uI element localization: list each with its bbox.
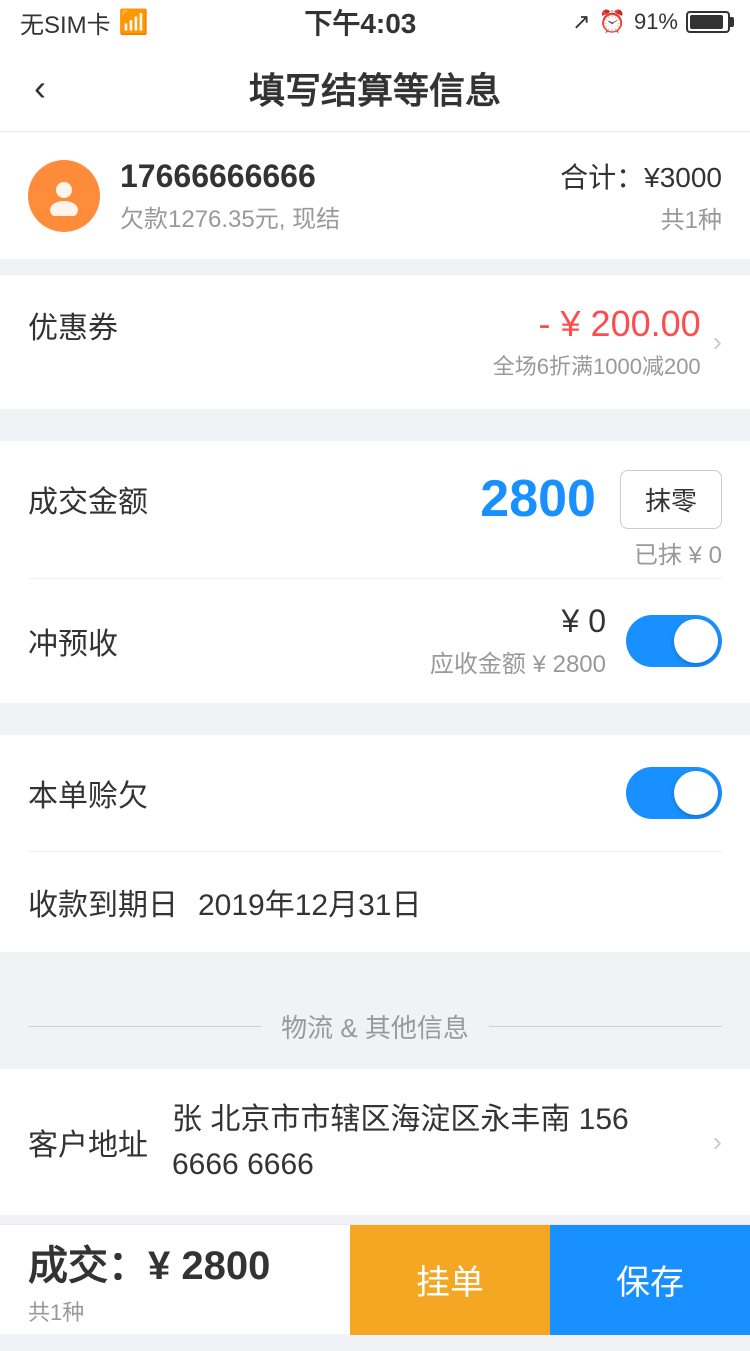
address-label: 客户地址 bbox=[28, 1120, 148, 1164]
due-date-value: 2019年12月31日 bbox=[198, 880, 421, 924]
battery-fill bbox=[690, 15, 723, 29]
status-right: ↗ ⏰ 91% bbox=[572, 9, 730, 35]
customer-phone: 17666666666 bbox=[120, 158, 340, 195]
prepay-row: 冲预收 ¥ 0 应收金额 ¥ 2800 bbox=[0, 579, 750, 703]
status-bar: 无SIM卡 📶 下午4:03 ↗ ⏰ 91% bbox=[0, 0, 750, 44]
coupon-row[interactable]: 优惠券 - ¥ 200.00 全场6折满1000减200 › bbox=[0, 275, 750, 409]
address-value: 张 北京市市辖区海淀区永丰南 156 6666 6666 bbox=[172, 1097, 689, 1187]
prepay-amount: ¥ 0 bbox=[430, 603, 606, 640]
address-card: 客户地址 张 北京市市辖区海淀区永丰南 156 6666 6666 › bbox=[0, 1069, 750, 1215]
avatar bbox=[28, 160, 100, 232]
customer-left: 17666666666 欠款1276.35元, 现结 bbox=[28, 158, 340, 234]
divider-line-left bbox=[28, 1026, 261, 1027]
debit-label: 本单赊欠 bbox=[28, 771, 148, 815]
main-content: 17666666666 欠款1276.35元, 现结 合计：¥3000 共1种 … bbox=[0, 132, 750, 1351]
customer-total: 合计：¥3000 共1种 bbox=[560, 156, 722, 235]
item-count: 共1种 bbox=[560, 200, 722, 235]
customer-row: 17666666666 欠款1276.35元, 现结 合计：¥3000 共1种 bbox=[0, 132, 750, 259]
logistics-divider: 物流 & 其他信息 bbox=[0, 984, 750, 1069]
coupon-desc: 全场6折满1000减200 bbox=[493, 349, 701, 381]
alarm-icon: ⏰ bbox=[599, 9, 626, 35]
back-button[interactable]: ‹ bbox=[24, 57, 56, 119]
debit-toggle[interactable] bbox=[626, 767, 722, 819]
prepay-toggle[interactable] bbox=[626, 615, 722, 667]
wifi-icon: 📶 bbox=[119, 8, 149, 37]
coupon-card: 优惠券 - ¥ 200.00 全场6折满1000减200 › bbox=[0, 275, 750, 409]
amount-row: 成交金额 2800 抹零 bbox=[28, 469, 722, 529]
nav-bar: ‹ 填写结算等信息 bbox=[0, 44, 750, 132]
status-left: 无SIM卡 📶 bbox=[20, 5, 149, 40]
prepay-amount-block: ¥ 0 应收金额 ¥ 2800 bbox=[430, 603, 606, 679]
debit-row: 本单赊欠 bbox=[0, 735, 750, 851]
footer: 成交：¥ 2800 共1种 挂单 保存 bbox=[0, 1224, 750, 1334]
amount-right: 2800 抹零 bbox=[480, 469, 722, 529]
customer-info: 17666666666 欠款1276.35元, 现结 bbox=[120, 158, 340, 234]
debit-toggle-knob bbox=[674, 771, 718, 815]
page-title: 填写结算等信息 bbox=[249, 62, 501, 114]
transaction-sub: 已抹 ¥ 0 bbox=[28, 535, 722, 570]
logistics-text: 物流 & 其他信息 bbox=[281, 1008, 469, 1045]
pending-button[interactable]: 挂单 bbox=[350, 1225, 550, 1335]
due-date-row: 收款到期日 2019年12月31日 bbox=[0, 852, 750, 952]
footer-amount-value: ¥ 2800 bbox=[148, 1244, 270, 1288]
footer-info: 成交：¥ 2800 共1种 bbox=[0, 1233, 350, 1327]
coupon-amount: - ¥ 200.00 bbox=[493, 303, 701, 345]
divider-line-right bbox=[489, 1026, 722, 1027]
coupon-chevron-icon: › bbox=[713, 326, 722, 358]
transaction-amount: 2800 bbox=[480, 469, 596, 529]
transaction-label: 成交金额 bbox=[28, 477, 148, 521]
customer-debt: 欠款1276.35元, 现结 bbox=[120, 199, 340, 234]
separator-1 bbox=[0, 425, 750, 441]
battery-percent: 91% bbox=[634, 9, 678, 35]
carrier-text: 无SIM卡 bbox=[20, 5, 111, 40]
footer-amount: 成交：¥ 2800 bbox=[28, 1233, 322, 1291]
prepay-receivable: 应收金额 ¥ 2800 bbox=[430, 644, 606, 679]
coupon-label: 优惠券 bbox=[28, 303, 118, 347]
separator-2 bbox=[0, 719, 750, 735]
address-chevron-icon: › bbox=[713, 1126, 722, 1158]
customer-card: 17666666666 欠款1276.35元, 现结 合计：¥3000 共1种 bbox=[0, 132, 750, 259]
due-date-label: 收款到期日 bbox=[28, 880, 178, 924]
battery-icon bbox=[686, 11, 730, 33]
location-icon: ↗ bbox=[572, 9, 590, 35]
transaction-card: 成交金额 2800 抹零 已抹 ¥ 0 冲预收 ¥ 0 应收金额 ¥ 2800 bbox=[0, 441, 750, 703]
debit-card: 本单赊欠 收款到期日 2019年12月31日 bbox=[0, 735, 750, 952]
separator-3 bbox=[0, 968, 750, 984]
prepay-label: 冲预收 bbox=[28, 619, 118, 663]
total-amount: 合计：¥3000 bbox=[560, 156, 722, 196]
status-time: 下午4:03 bbox=[304, 2, 416, 42]
prepay-right: ¥ 0 应收金额 ¥ 2800 bbox=[430, 603, 722, 679]
save-button[interactable]: 保存 bbox=[550, 1225, 750, 1335]
address-row[interactable]: 客户地址 张 北京市市辖区海淀区永丰南 156 6666 6666 › bbox=[0, 1069, 750, 1215]
footer-count: 共1种 bbox=[28, 1295, 322, 1327]
round-button[interactable]: 抹零 bbox=[620, 470, 722, 529]
toggle-knob bbox=[674, 619, 718, 663]
footer-prefix: 成交： bbox=[28, 1244, 148, 1288]
transaction-row: 成交金额 2800 抹零 已抹 ¥ 0 bbox=[0, 441, 750, 578]
